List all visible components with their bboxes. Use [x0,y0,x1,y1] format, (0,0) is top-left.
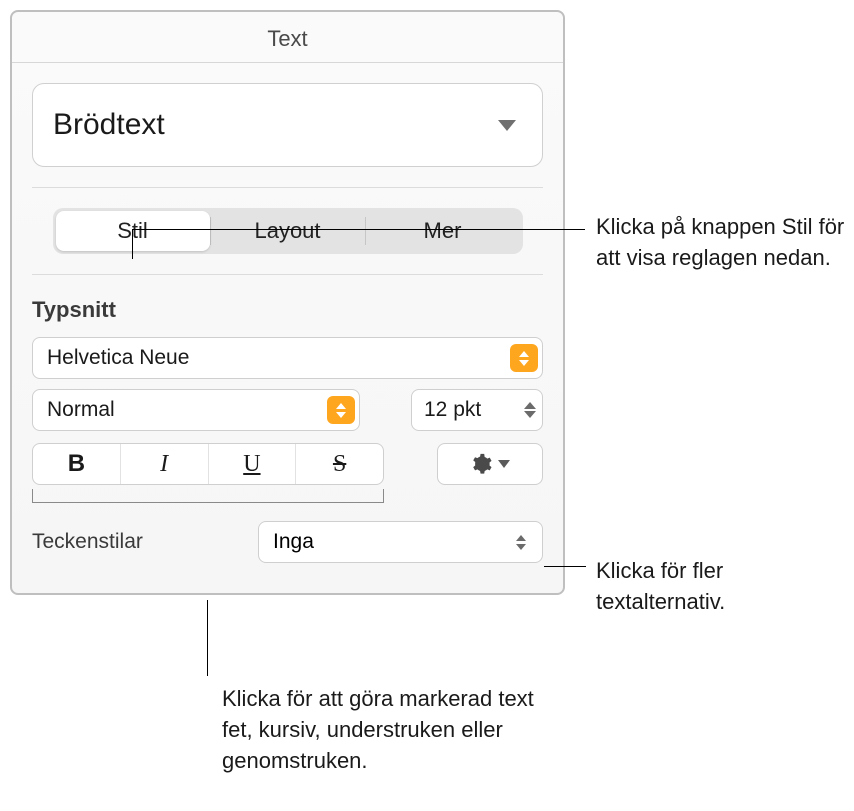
text-inspector-panel: Text Brödtext Stil Layout Mer [10,10,565,595]
chevron-down-icon [498,460,510,468]
italic-button[interactable]: I [121,444,209,484]
callout-line [207,600,208,676]
strikethrough-button[interactable]: S [296,444,383,484]
bold-icon: B [68,450,85,478]
segmented-control: Stil Layout Mer [40,208,535,254]
font-family-dropdown[interactable]: Helvetica Neue [32,337,543,379]
gear-icon [470,453,492,475]
panel-title: Text [12,12,563,63]
paragraph-style-label: Brödtext [53,108,165,142]
annotation-gear: Klicka för fler textalternativ. [596,556,816,618]
italic-icon: I [160,451,168,478]
annotation-bius: Klicka för att göra markerad text fet, k… [222,684,552,776]
bold-button[interactable]: B [33,444,121,484]
tab-layout-label: Layout [254,218,320,244]
character-styles-value: Inga [273,530,510,554]
font-weight-dropdown[interactable]: Normal [32,389,360,431]
text-format-group: B I U S [32,443,384,485]
annotation-stil: Klicka på knappen Stil för att visa regl… [596,212,846,274]
character-styles-dropdown[interactable]: Inga [258,521,543,563]
strike-icon: S [333,451,346,478]
tab-mer[interactable]: Mer [366,211,520,251]
callout-line [132,229,133,259]
underline-button[interactable]: U [209,444,297,484]
divider [32,274,543,275]
paragraph-style-dropdown[interactable]: Brödtext [32,83,543,167]
callout-line [544,566,586,567]
callout-bracket [32,489,384,503]
more-text-options-button[interactable] [437,443,543,485]
font-family-value: Helvetica Neue [47,346,510,370]
font-section-label: Typsnitt [32,297,543,323]
stepper-icon[interactable] [524,402,536,418]
updown-chevrons-icon [510,344,538,372]
tab-layout[interactable]: Layout [211,211,365,251]
updown-chevrons-icon [327,396,355,424]
updown-chevrons-icon [510,528,532,556]
font-size-stepper[interactable]: 12 pkt [411,389,543,431]
font-size-value: 12 pkt [424,398,524,422]
underline-icon: U [243,451,260,478]
divider [32,187,543,188]
tab-mer-label: Mer [424,218,462,244]
callout-line [132,229,585,230]
character-styles-label: Teckenstilar [32,530,242,554]
chevron-down-icon [498,120,516,131]
font-weight-value: Normal [47,398,327,422]
